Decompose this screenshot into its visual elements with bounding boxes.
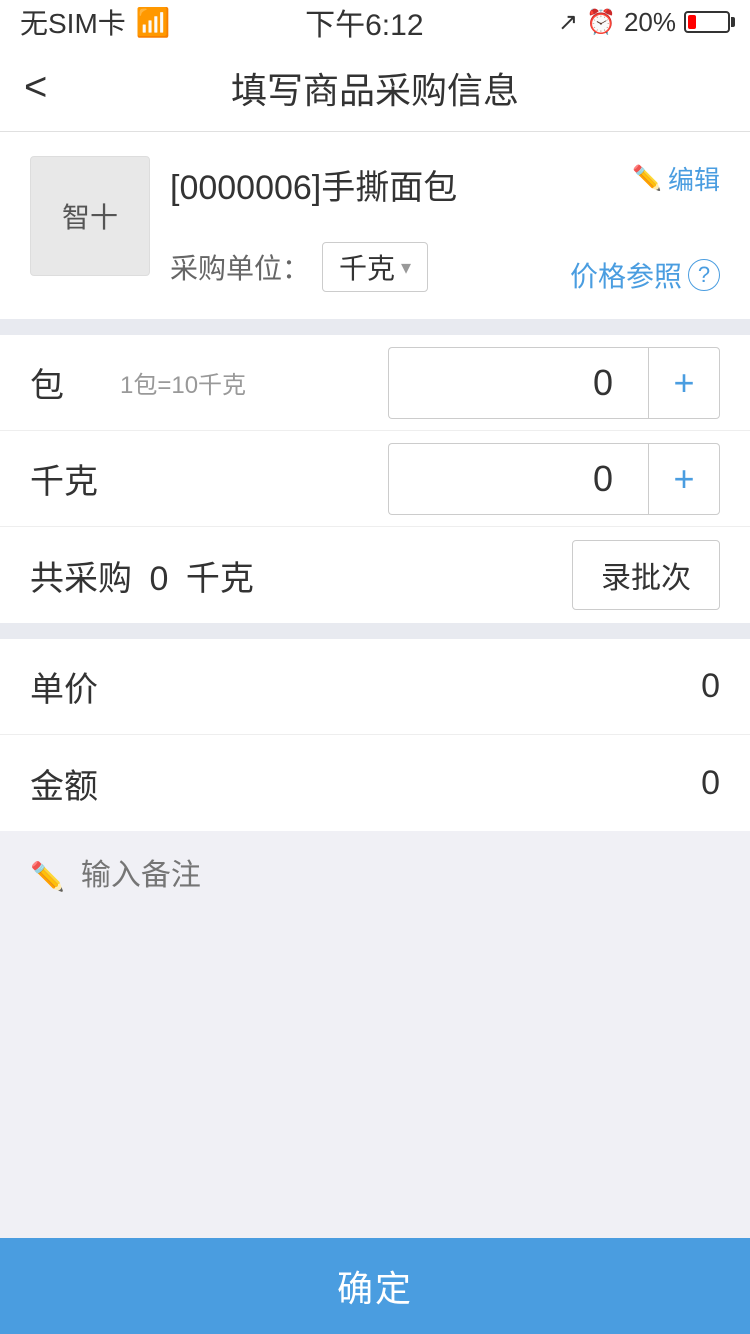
product-logo: 智十 (62, 196, 118, 236)
product-name: [0000006]手撕面包 (170, 160, 457, 209)
section-divider-2 (0, 623, 750, 639)
status-left: 无SIM卡 📶 (20, 2, 171, 42)
kg-input-row: 千克 + (0, 431, 750, 527)
pencil-icon: ✏️ (30, 860, 65, 893)
amount-value: 0 (701, 764, 720, 803)
summary-text: 共采购 0 千克 (30, 551, 254, 600)
amount-row: 金额 0 (0, 735, 750, 831)
price-section: 单价 0 金额 0 (0, 639, 750, 831)
battery-fill (688, 15, 696, 29)
batch-button[interactable]: 录批次 (572, 540, 720, 610)
unit-price-value: 0 (701, 667, 720, 706)
bag-input-control: + (388, 347, 720, 419)
kg-input-control: + (388, 443, 720, 515)
nav-bar: < 填写商品采购信息 (0, 44, 750, 132)
help-icon: ? (688, 259, 720, 291)
input-section: 包 1包=10千克 + 千克 + (0, 335, 750, 527)
alarm-icon: ⏰ (586, 8, 616, 37)
chevron-down-icon: ▾ (401, 255, 411, 280)
back-button[interactable]: < (24, 65, 47, 110)
product-top-row: [0000006]手撕面包 ✏️ 编辑 (170, 160, 720, 229)
unit-select[interactable]: 千克 ▾ (322, 242, 428, 292)
product-image: 智十 (30, 156, 150, 276)
edit-button[interactable]: ✏️ 编辑 (632, 160, 720, 197)
kg-input[interactable] (388, 443, 648, 515)
amount-label: 金额 (30, 759, 98, 808)
bag-plus-button[interactable]: + (648, 347, 720, 419)
battery-percent: 20% (624, 7, 676, 38)
bag-label: 包 (30, 358, 110, 407)
bottom-area: 确定 (0, 1238, 750, 1334)
wifi-icon: 📶 (136, 6, 171, 39)
unit-prefix-label: 采购单位： (170, 247, 310, 287)
product-info: [0000006]手撕面包 ✏️ 编辑 采购单位： 千克 ▾ 价格参照 ? (170, 156, 720, 295)
unit-price-label: 单价 (30, 662, 98, 711)
edit-icon: ✏️ (632, 164, 662, 193)
status-time: 下午6:12 (305, 0, 423, 44)
carrier-label: 无SIM卡 (20, 2, 126, 42)
battery-icon (684, 11, 730, 33)
kg-plus-button[interactable]: + (648, 443, 720, 515)
confirm-button[interactable]: 确定 (0, 1238, 750, 1334)
status-bar: 无SIM卡 📶 下午6:12 ↗ ⏰ 20% (0, 0, 750, 44)
page-title: 填写商品采购信息 (231, 62, 519, 114)
bag-sublabel: 1包=10千克 (120, 365, 246, 400)
remark-section: ✏️ (0, 831, 750, 921)
kg-label: 千克 (30, 454, 110, 503)
section-divider-1 (0, 319, 750, 335)
location-icon: ↗ (558, 8, 578, 37)
status-right: ↗ ⏰ 20% (558, 7, 730, 38)
summary-row: 共采购 0 千克 录批次 (0, 527, 750, 623)
product-card: 智十 [0000006]手撕面包 ✏️ 编辑 采购单位： 千克 ▾ 价格参照 ? (0, 132, 750, 319)
price-ref-button[interactable]: 价格参照 ? (570, 255, 720, 295)
product-unit-row: 采购单位： 千克 ▾ (170, 242, 428, 292)
bag-input-row: 包 1包=10千克 + (0, 335, 750, 431)
content-spacer (0, 921, 750, 1121)
unit-price-row: 单价 0 (0, 639, 750, 735)
bag-input[interactable] (388, 347, 648, 419)
summary-value: 0 (149, 560, 168, 598)
remark-input[interactable] (81, 859, 720, 893)
